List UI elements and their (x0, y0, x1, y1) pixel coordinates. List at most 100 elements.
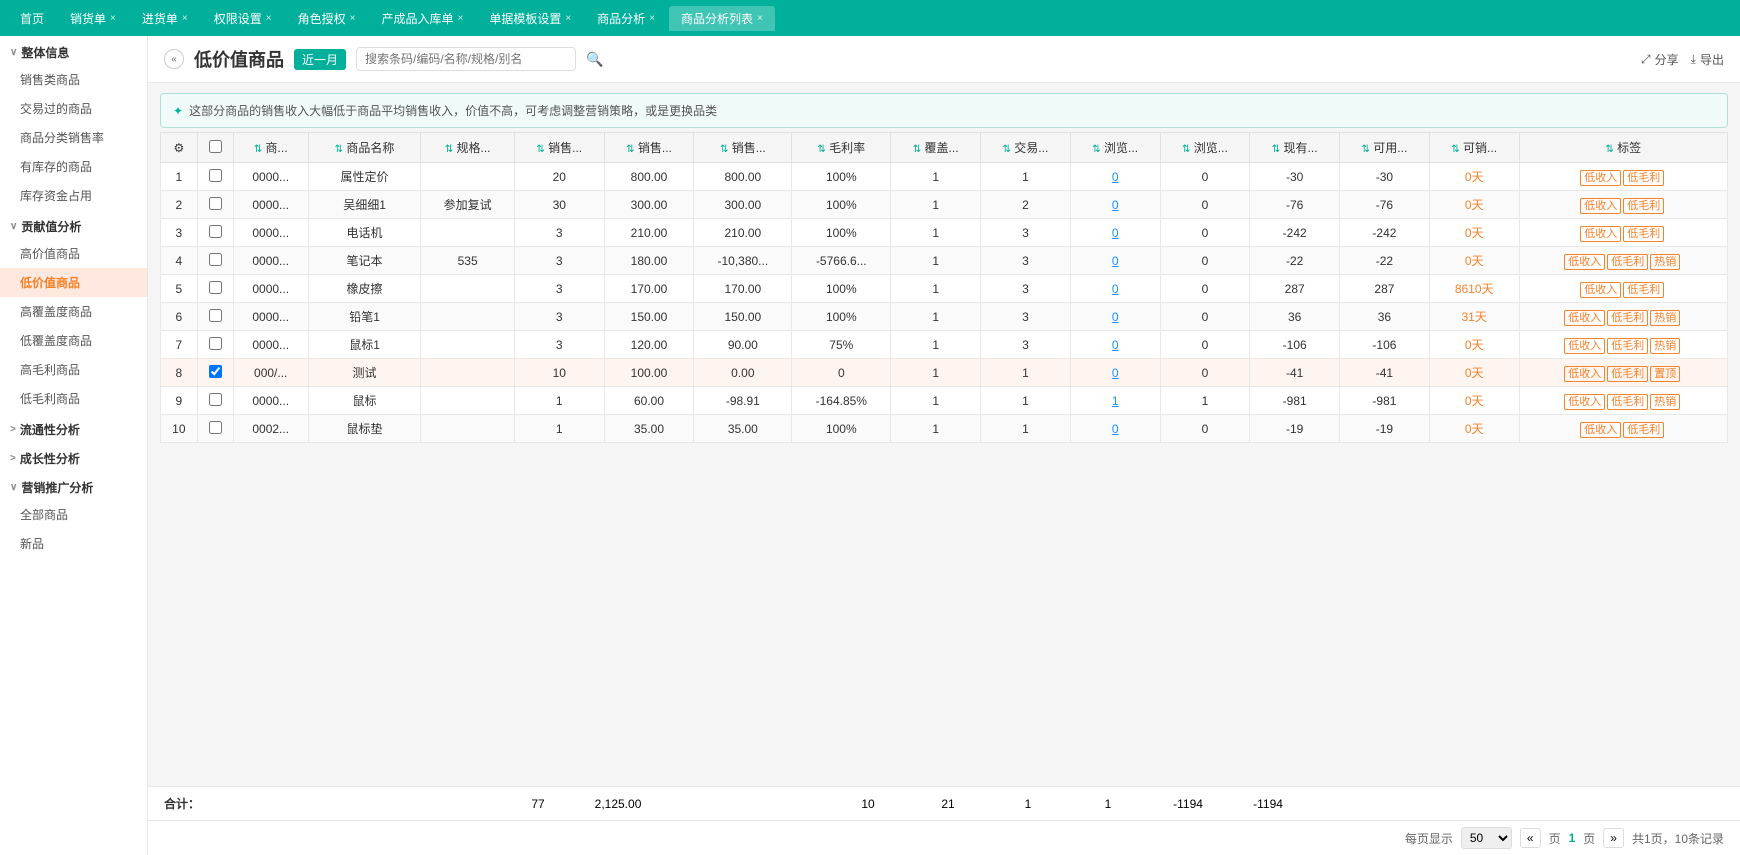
close-icon[interactable]: × (649, 13, 655, 24)
col-gross-margin[interactable]: ⇅ 毛利率 (792, 133, 891, 163)
cell-browse1[interactable]: 0 (1070, 247, 1160, 275)
sidebar-group-contribution[interactable]: ∨ 贡献值分析 (0, 210, 147, 239)
cell-spec (421, 303, 515, 331)
close-icon[interactable]: × (266, 13, 272, 24)
close-icon[interactable]: × (565, 13, 571, 24)
cell-browse1[interactable]: 0 (1070, 163, 1160, 191)
page-size-select[interactable]: 50 100 200 (1461, 827, 1512, 849)
col-tags[interactable]: ⇅ 标签 (1519, 133, 1727, 163)
col-trade-days[interactable]: ⇅ 交易... (981, 133, 1071, 163)
prev-page-button[interactable]: « (1520, 828, 1541, 848)
cell-checkbox[interactable] (197, 359, 233, 387)
close-icon[interactable]: × (182, 13, 188, 24)
sidebar-item-stock-fund[interactable]: 库存资金占用 (0, 181, 147, 210)
cell-checkbox[interactable] (197, 415, 233, 443)
nav-goods-list[interactable]: 商品分析列表 × (669, 6, 775, 31)
close-icon[interactable]: × (757, 13, 763, 24)
nav-warehouse[interactable]: 产成品入库单 × (369, 6, 475, 31)
chevron-down-icon[interactable]: ∨ (10, 221, 17, 232)
cell-browse1[interactable]: 0 (1070, 359, 1160, 387)
sidebar-group-overall[interactable]: ∨ 整体信息 (0, 36, 147, 65)
sidebar-item-all-goods[interactable]: 全部商品 (0, 500, 147, 529)
col-settings[interactable]: ⚙ (161, 133, 198, 163)
cell-browse1[interactable]: 0 (1070, 303, 1160, 331)
col-browse2[interactable]: ⇅ 浏览... (1160, 133, 1250, 163)
col-code[interactable]: ⇅ 商... (233, 133, 308, 163)
sidebar-item-new-goods[interactable]: 新品 (0, 529, 147, 558)
sidebar-item-category-rate[interactable]: 商品分类销售率 (0, 123, 147, 152)
cell-browse1[interactable]: 0 (1070, 415, 1160, 443)
sidebar-item-high-profit[interactable]: 高毛利商品 (0, 355, 147, 384)
time-filter-button[interactable]: 近一月 (294, 49, 346, 70)
cell-browse1[interactable]: 0 (1070, 191, 1160, 219)
col-sale-price[interactable]: ⇅ 销售... (604, 133, 694, 163)
col-browse1[interactable]: ⇅ 浏览... (1070, 133, 1160, 163)
select-all-checkbox[interactable] (209, 140, 222, 153)
cell-browse1[interactable]: 1 (1070, 387, 1160, 415)
close-icon[interactable]: × (110, 13, 116, 24)
chevron-right-icon[interactable]: > (10, 424, 16, 435)
sidebar-item-low-coverage[interactable]: 低覆盖度商品 (0, 326, 147, 355)
sidebar-item-stock-goods[interactable]: 有库存的商品 (0, 152, 147, 181)
sidebar-item-high-coverage[interactable]: 高覆盖度商品 (0, 297, 147, 326)
chevron-down-icon[interactable]: ∨ (10, 47, 17, 58)
cell-checkbox[interactable] (197, 191, 233, 219)
row-checkbox[interactable] (209, 421, 222, 434)
sidebar-item-high-value[interactable]: 高价值商品 (0, 239, 147, 268)
cell-trade-days: 3 (981, 219, 1071, 247)
row-checkbox[interactable] (209, 197, 222, 210)
cell-checkbox[interactable] (197, 219, 233, 247)
sidebar-group-growth[interactable]: > 成长性分析 (0, 442, 147, 471)
row-checkbox[interactable] (209, 281, 222, 294)
sidebar-group-marketing[interactable]: ∨ 营销推广分析 (0, 471, 147, 500)
export-button[interactable]: ⤓ 导出 (1691, 51, 1724, 68)
row-checkbox[interactable] (209, 225, 222, 238)
nav-role[interactable]: 角色授权 × (286, 6, 368, 31)
row-checkbox[interactable] (209, 393, 222, 406)
col-sale-amount[interactable]: ⇅ 销售... (694, 133, 792, 163)
row-checkbox[interactable] (209, 337, 222, 350)
cell-browse1[interactable]: 0 (1070, 219, 1160, 247)
search-icon[interactable]: 🔍 (586, 51, 603, 68)
nav-template[interactable]: 单据模板设置 × (477, 6, 583, 31)
sidebar-collapse-button[interactable]: « (164, 49, 184, 69)
nav-purchase[interactable]: 进货单 × (130, 6, 200, 31)
cell-current-stock: -981 (1250, 387, 1340, 415)
search-input[interactable] (356, 47, 576, 71)
col-spec[interactable]: ⇅ 规格... (421, 133, 515, 163)
nav-home[interactable]: 首页 (8, 6, 56, 31)
cell-checkbox[interactable] (197, 387, 233, 415)
share-button[interactable]: ⤢ 分享 (1641, 51, 1679, 68)
cell-browse1[interactable]: 0 (1070, 331, 1160, 359)
col-name[interactable]: ⇅ 商品名称 (308, 133, 421, 163)
row-checkbox[interactable] (209, 169, 222, 182)
cell-browse1[interactable]: 0 (1070, 275, 1160, 303)
col-saleable[interactable]: ⇅ 可销... (1429, 133, 1519, 163)
col-sale-qty[interactable]: ⇅ 销售... (514, 133, 604, 163)
sidebar-item-traded[interactable]: 交易过的商品 (0, 94, 147, 123)
cell-checkbox[interactable] (197, 303, 233, 331)
nav-sales[interactable]: 销货单 × (58, 6, 128, 31)
col-coverage[interactable]: ⇅ 覆盖... (891, 133, 981, 163)
row-checkbox[interactable] (209, 365, 222, 378)
sidebar-item-low-value[interactable]: 低价值商品 (0, 268, 147, 297)
next-page-button[interactable]: » (1603, 828, 1624, 848)
col-current-stock[interactable]: ⇅ 现有... (1250, 133, 1340, 163)
cell-checkbox[interactable] (197, 247, 233, 275)
col-available[interactable]: ⇅ 可用... (1340, 133, 1430, 163)
sidebar-item-low-profit[interactable]: 低毛利商品 (0, 384, 147, 413)
chevron-right-icon[interactable]: > (10, 453, 16, 464)
nav-goods-analysis[interactable]: 商品分析 × (585, 6, 667, 31)
close-icon[interactable]: × (350, 13, 356, 24)
col-checkbox[interactable] (197, 133, 233, 163)
row-checkbox[interactable] (209, 309, 222, 322)
chevron-down-icon[interactable]: ∨ (10, 482, 17, 493)
cell-checkbox[interactable] (197, 331, 233, 359)
row-checkbox[interactable] (209, 253, 222, 266)
sidebar-group-circulation[interactable]: > 流通性分析 (0, 413, 147, 442)
cell-checkbox[interactable] (197, 163, 233, 191)
sidebar-item-sales-goods[interactable]: 销售类商品 (0, 65, 147, 94)
cell-checkbox[interactable] (197, 275, 233, 303)
nav-permission[interactable]: 权限设置 × (202, 6, 284, 31)
close-icon[interactable]: × (457, 13, 463, 24)
